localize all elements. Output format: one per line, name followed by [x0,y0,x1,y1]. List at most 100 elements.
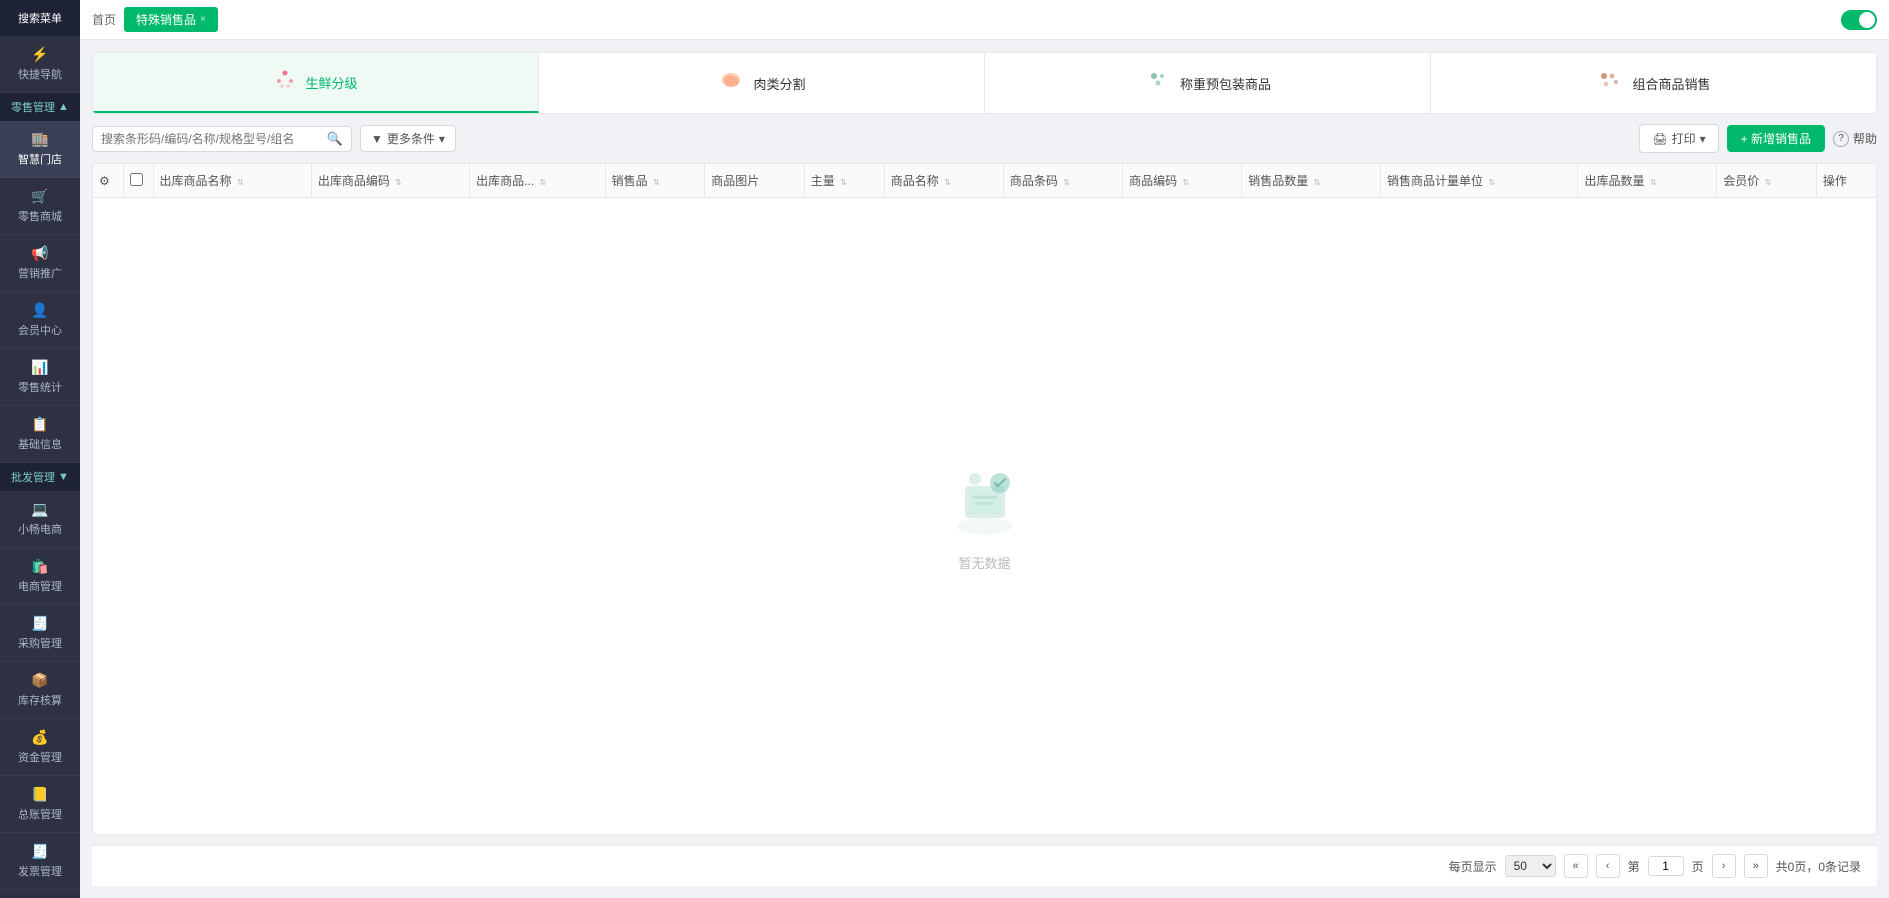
page-suffix: 页 [1692,858,1704,875]
sales-promo-icon: 📢 [31,245,48,262]
th-main-weight[interactable]: 主量 ⇅ [804,164,884,198]
sidebar-item-purchase-mgmt[interactable]: 🧾 采购管理 [0,605,80,662]
sidebar-item-label: 资金管理 [18,749,62,765]
th-sale-unit[interactable]: 销售商品计量单位 ⇅ [1381,164,1578,198]
active-tab-label: 特殊销售品 [136,11,196,28]
th-goods-image: 商品图片 [705,164,805,198]
help-label: 帮助 [1853,130,1877,147]
sidebar-item-label: 采购管理 [18,635,62,651]
sort-icon: ⇅ [1488,178,1495,187]
th-out-goods-short[interactable]: 出库商品... ⇅ [470,164,605,198]
data-table: ⚙ 出库商品名称 ⇅ 出库商品编码 ⇅ 出库商品 [93,164,1876,198]
last-page-button[interactable]: » [1744,854,1768,878]
filter-button[interactable]: ▼ 更多条件 ▾ [360,125,456,152]
new-sale-item-label: + 新增销售品 [1741,130,1811,147]
per-page-label: 每页显示 [1449,858,1497,875]
sidebar-item-finance[interactable]: 💰 资金管理 [0,719,80,776]
pagination-bar: 每页显示 50 10 20 100 « ‹ 第 页 › » 共0页，0条记录 [92,845,1877,886]
sidebar-item-tax-mgmt[interactable]: 🏛️ 税务管理 [0,890,80,898]
th-goods-code[interactable]: 商品编码 ⇅ [1123,164,1242,198]
cat-tab-weight-packed[interactable]: 称重预包装商品 [985,53,1431,113]
select-all-checkbox[interactable] [130,173,143,186]
sort-icon: ⇅ [395,178,402,187]
sidebar-item-member-center[interactable]: 👤 会员中心 [0,292,80,349]
wholesale-mgmt-arrow: ▼ [58,471,69,483]
sidebar-logo[interactable]: 搜索菜单 [0,0,80,36]
cat-tab-meat-cut[interactable]: 肉类分割 [539,53,985,113]
cat-tab-fresh-grade[interactable]: 生鲜分级 [93,53,539,113]
sort-icon: ⇅ [539,178,546,187]
inventory-icon: 📦 [31,672,48,689]
finance-icon: 💰 [31,729,48,746]
sort-icon: ⇅ [944,178,951,187]
th-out-goods-code[interactable]: 出库商品编码 ⇅ [311,164,469,198]
search-box[interactable]: 🔍 [92,126,352,152]
sidebar-item-mini-ecommerce[interactable]: 💻 小畅电商 [0,491,80,548]
sidebar-item-ecommerce-mgmt[interactable]: 🛍️ 电商管理 [0,548,80,605]
print-button[interactable]: 🖨 打印 ▾ [1639,124,1718,153]
top-bar: 首页 特殊销售品 × [80,0,1889,40]
sidebar-item-label: 库存核算 [18,692,62,708]
page-label: 第 [1628,858,1640,875]
cat-tab-fresh-grade-label: 生鲜分级 [305,73,357,92]
toolbar-right: 🖨 打印 ▾ + 新增销售品 ? 帮助 [1639,124,1877,153]
fresh-grade-icon [273,67,297,97]
th-member-price[interactable]: 会员价 ⇅ [1717,164,1817,198]
sort-icon: ⇅ [1182,178,1189,187]
filter-arrow-icon: ▾ [439,132,445,146]
th-out-qty[interactable]: 出库品数量 ⇅ [1578,164,1717,198]
sidebar-item-wholesale-mgmt[interactable]: 批发管理 ▼ [0,463,80,491]
help-button[interactable]: ? 帮助 [1833,130,1877,147]
th-settings[interactable]: ⚙ [93,164,123,198]
empty-state-text: 暂无数据 [958,553,1010,572]
sort-icon: ⇅ [1765,178,1772,187]
breadcrumb-home[interactable]: 首页 [92,11,116,28]
retail-stats-icon: 📊 [31,359,48,376]
retail-mall-icon: 🛒 [31,188,48,205]
search-input[interactable] [101,132,323,146]
active-tab[interactable]: 特殊销售品 × [124,7,218,32]
table-container: ⚙ 出库商品名称 ⇅ 出库商品编码 ⇅ 出库商品 [92,163,1877,835]
sidebar-item-sales-promo[interactable]: 📢 营销推广 [0,235,80,292]
quick-nav-icon: ⚡ [31,46,48,63]
ecommerce-mgmt-icon: 🛍️ [31,558,48,575]
new-sale-item-button[interactable]: + 新增销售品 [1727,125,1825,152]
sidebar-item-label: 零售商城 [18,208,62,224]
wholesale-mgmt-label: 批发管理 [11,469,55,485]
sort-icon: ⇅ [840,178,847,187]
sidebar-item-retail-stats[interactable]: 📊 零售统计 [0,349,80,406]
sidebar-item-quick-nav[interactable]: ⚡ 快捷导航 [0,36,80,93]
page-input[interactable] [1648,856,1684,876]
sidebar-item-invoice-mgmt[interactable]: 🧾 发票管理 [0,833,80,890]
prev-page-button[interactable]: ‹ [1596,854,1620,878]
sidebar-item-retail-mall[interactable]: 🛒 零售商城 [0,178,80,235]
sidebar-item-label: 零售统计 [18,379,62,395]
per-page-select[interactable]: 50 10 20 100 [1505,855,1556,877]
first-page-button[interactable]: « [1564,854,1588,878]
th-checkbox[interactable] [123,164,153,198]
sidebar-item-inventory[interactable]: 📦 库存核算 [0,662,80,719]
cat-tab-combo[interactable]: 组合商品销售 [1431,53,1876,113]
total-records: 共0页，0条记录 [1776,858,1861,875]
sidebar-item-label: 总账管理 [18,806,62,822]
th-sale-qty[interactable]: 销售品数量 ⇅ [1242,164,1381,198]
sidebar-item-label: 智慧门店 [18,151,62,167]
search-icon: 🔍 [327,131,343,147]
retail-mgmt-label: 零售管理 [11,99,55,115]
th-sale-goods[interactable]: 销售品 ⇅ [605,164,705,198]
close-tab-icon[interactable]: × [200,14,206,25]
sidebar-item-basic-info[interactable]: 📋 基础信息 [0,406,80,463]
sidebar-item-general-ledger[interactable]: 📒 总账管理 [0,776,80,833]
help-icon: ? [1833,131,1849,147]
th-operation: 操作 [1816,164,1876,198]
toggle-button[interactable] [1841,10,1877,30]
th-goods-name[interactable]: 商品名称 ⇅ [884,164,1003,198]
th-goods-barcode[interactable]: 商品条码 ⇅ [1003,164,1122,198]
combo-icon [1596,68,1624,98]
toolbar: 🔍 ▼ 更多条件 ▾ 🖨 打印 ▾ + 新增销售品 ? 帮助 [92,124,1877,153]
th-out-goods-name[interactable]: 出库商品名称 ⇅ [153,164,311,198]
next-page-button[interactable]: › [1712,854,1736,878]
sidebar-item-smart-store[interactable]: 🏬 智慧门店 [0,121,80,178]
print-label: 打印 [1672,130,1696,147]
sidebar-item-retail-mgmt[interactable]: 零售管理 ▲ [0,93,80,121]
